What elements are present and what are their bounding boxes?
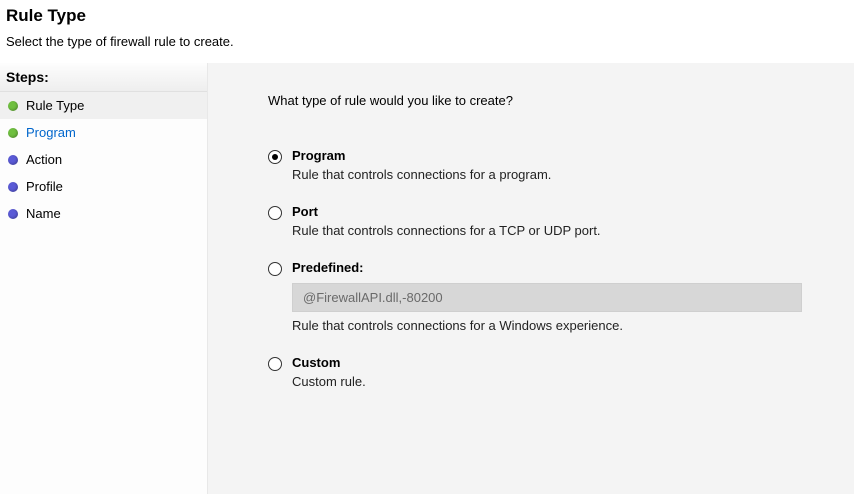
radio-port[interactable] <box>268 206 282 220</box>
option-desc: Custom rule. <box>292 374 834 389</box>
step-label: Profile <box>26 179 63 194</box>
option-body: Program Rule that controls connections f… <box>292 148 834 182</box>
option-predefined[interactable]: Predefined: @FirewallAPI.dll,-80200 Rule… <box>268 260 834 333</box>
step-rule-type[interactable]: Rule Type <box>0 92 207 119</box>
bullet-icon <box>8 155 18 165</box>
step-label: Rule Type <box>26 98 84 113</box>
bullet-icon <box>8 101 18 111</box>
option-port[interactable]: Port Rule that controls connections for … <box>268 204 834 238</box>
option-label: Custom <box>292 355 834 370</box>
option-body: Port Rule that controls connections for … <box>292 204 834 238</box>
option-body: Custom Custom rule. <box>292 355 834 389</box>
main-panel: What type of rule would you like to crea… <box>208 63 854 494</box>
option-label: Predefined: <box>292 260 834 275</box>
radio-predefined[interactable] <box>268 262 282 276</box>
steps-sidebar: Steps: Rule Type Program Action Profile … <box>0 63 208 494</box>
page-title: Rule Type <box>6 6 848 26</box>
option-body: Predefined: @FirewallAPI.dll,-80200 Rule… <box>292 260 834 333</box>
option-label: Port <box>292 204 834 219</box>
option-program[interactable]: Program Rule that controls connections f… <box>268 148 834 182</box>
radio-program[interactable] <box>268 150 282 164</box>
option-desc: Rule that controls connections for a Win… <box>292 318 834 333</box>
step-label: Program <box>26 125 76 140</box>
step-label: Action <box>26 152 62 167</box>
bullet-icon <box>8 209 18 219</box>
option-custom[interactable]: Custom Custom rule. <box>268 355 834 389</box>
bullet-icon <box>8 128 18 138</box>
option-desc: Rule that controls connections for a pro… <box>292 167 834 182</box>
question-text: What type of rule would you like to crea… <box>268 93 834 108</box>
step-program[interactable]: Program <box>0 119 207 146</box>
bullet-icon <box>8 182 18 192</box>
radio-custom[interactable] <box>268 357 282 371</box>
steps-heading: Steps: <box>0 65 207 92</box>
wizard-body: Steps: Rule Type Program Action Profile … <box>0 63 854 494</box>
step-label: Name <box>26 206 61 221</box>
page-subtitle: Select the type of firewall rule to crea… <box>6 34 848 49</box>
wizard-header: Rule Type Select the type of firewall ru… <box>0 0 854 63</box>
option-label: Program <box>292 148 834 163</box>
step-name[interactable]: Name <box>0 200 207 227</box>
predefined-combo[interactable]: @FirewallAPI.dll,-80200 <box>292 283 802 312</box>
option-desc: Rule that controls connections for a TCP… <box>292 223 834 238</box>
step-profile[interactable]: Profile <box>0 173 207 200</box>
step-action[interactable]: Action <box>0 146 207 173</box>
